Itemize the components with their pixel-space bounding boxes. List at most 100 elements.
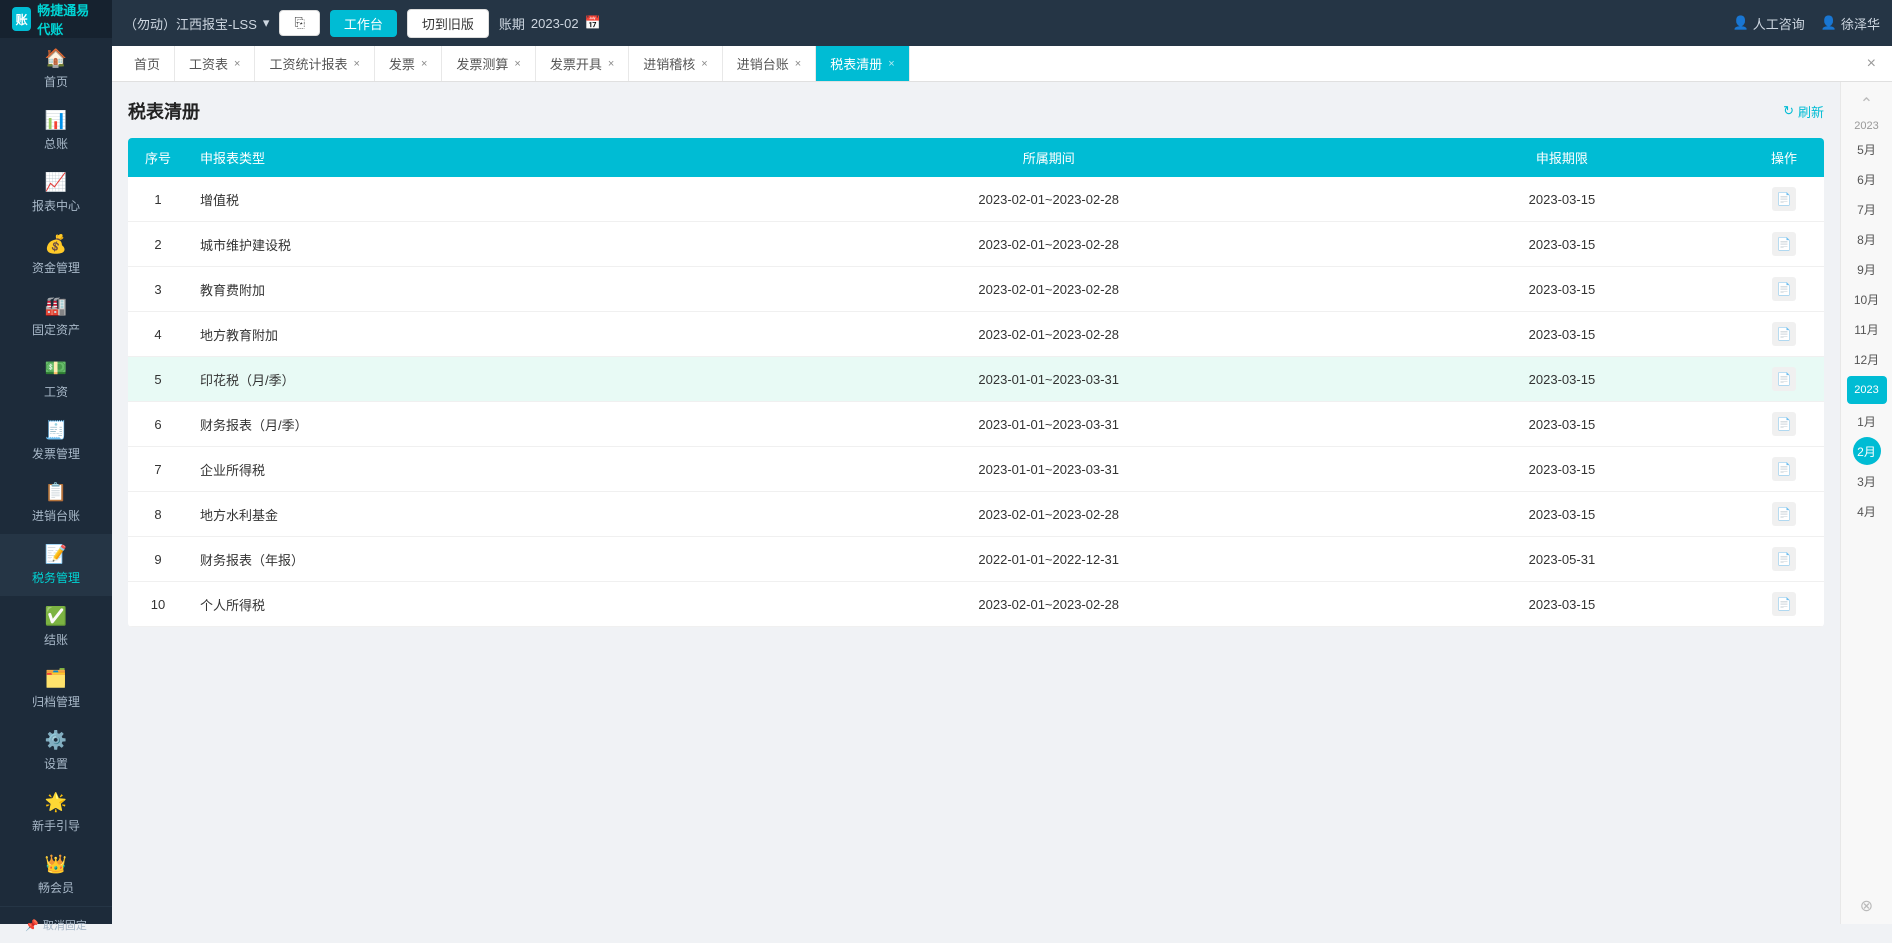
user-profile[interactable]: 👤 徐泽华 — [1821, 14, 1880, 33]
switch-old-button[interactable]: 切到旧版 — [407, 9, 489, 38]
month-2024-2[interactable]: 2月 — [1853, 437, 1881, 465]
calendar-icon[interactable]: 📅 — [585, 15, 601, 31]
tab-close-invoice-issue[interactable]: × — [608, 58, 614, 70]
sidebar: 账 畅捷通易代账 🏠 首页 📊 总账 📈 报表中心 💰 资金管理 🏭 固定资产 … — [0, 0, 112, 924]
month-2023-7[interactable]: 7月 — [1849, 195, 1885, 223]
table-row: 7 企业所得税 2023-01-01~2023-03-31 2023-03-15… — [128, 447, 1824, 492]
tab-close-payroll-stats[interactable]: × — [353, 58, 359, 70]
month-2023-8[interactable]: 8月 — [1849, 225, 1885, 253]
tab-home[interactable]: 首页 — [120, 46, 175, 82]
month-2024-1[interactable]: 1月 — [1849, 407, 1885, 435]
col-period: 所属期间 — [718, 138, 1380, 177]
tab-invoice[interactable]: 发票 × — [375, 46, 442, 82]
sidebar-item-purchase-sale[interactable]: 📋 进销台账 — [0, 472, 112, 534]
tab-close-payroll[interactable]: × — [234, 58, 240, 70]
refresh-icon: ↻ — [1783, 103, 1794, 119]
action-view-icon[interactable]: 📄 — [1772, 412, 1796, 436]
logo-text: 畅捷通易代账 — [37, 0, 100, 38]
sidebar-item-vip[interactable]: 👑 畅会员 — [0, 844, 112, 906]
cell-type: 地方教育附加 — [188, 312, 718, 357]
action-view-icon[interactable]: 📄 — [1772, 367, 1796, 391]
action-view-icon[interactable]: 📄 — [1772, 547, 1796, 571]
tab-close-invoice-calc[interactable]: × — [514, 58, 520, 70]
tab-purchase-ledger[interactable]: 进销台账 × — [723, 46, 816, 82]
cell-seq: 3 — [128, 267, 188, 312]
guide-icon: 🌟 — [45, 792, 67, 813]
cell-deadline: 2023-03-15 — [1380, 222, 1744, 267]
month-2023-10[interactable]: 10月 — [1849, 285, 1885, 313]
month-2023-6[interactable]: 6月 — [1849, 165, 1885, 193]
cell-type: 企业所得税 — [188, 447, 718, 492]
ai-consult-button[interactable]: 👤 人工咨询 — [1733, 14, 1805, 33]
tab-close-purchase-audit[interactable]: × — [701, 58, 707, 70]
month-2023-9[interactable]: 9月 — [1849, 255, 1885, 283]
sidebar-item-assets[interactable]: 🏭 固定资产 — [0, 286, 112, 348]
action-view-icon[interactable]: 📄 — [1772, 232, 1796, 256]
period-label: 账期 — [499, 14, 525, 33]
tab-invoice-issue[interactable]: 发票开具 × — [536, 46, 629, 82]
sidebar-item-guide[interactable]: 🌟 新手引导 — [0, 782, 112, 844]
action-view-icon[interactable]: 📄 — [1772, 277, 1796, 301]
action-view-icon[interactable]: 📄 — [1772, 457, 1796, 481]
workspace-button[interactable]: 工作台 — [330, 10, 397, 37]
month-2024-4[interactable]: 4月 — [1849, 497, 1885, 525]
month-2023-11[interactable]: 11月 — [1849, 315, 1885, 343]
logo-icon: 账 — [12, 7, 31, 31]
cell-type: 财务报表（年报） — [188, 537, 718, 582]
panel-up-chevron[interactable]: ⌃ — [1860, 94, 1873, 114]
sidebar-item-ledger[interactable]: 📊 总账 — [0, 100, 112, 162]
sidebar-label-assets: 固定资产 — [32, 321, 80, 338]
sidebar-item-archive[interactable]: 🗂️ 归档管理 — [0, 658, 112, 720]
topbar-right: 👤 人工咨询 👤 徐泽华 — [1733, 14, 1880, 33]
cell-action: 📄 — [1744, 357, 1824, 402]
action-view-icon[interactable]: 📄 — [1772, 502, 1796, 526]
cell-period: 2023-02-01~2023-02-28 — [718, 177, 1380, 222]
global-close-button[interactable]: × — [1859, 55, 1884, 73]
sidebar-item-invoice[interactable]: 🧾 发票管理 — [0, 410, 112, 472]
payroll-icon: 💵 — [45, 358, 67, 379]
tax-table: 序号 申报表类型 所属期间 申报期限 操作 1 增值税 2023-02-01~2… — [128, 138, 1824, 627]
copy-button[interactable]: ⎘ — [279, 10, 319, 36]
sidebar-item-tax[interactable]: 📝 税务管理 — [0, 534, 112, 596]
tab-purchase-audit[interactable]: 进销稽核 × — [629, 46, 722, 82]
action-view-icon[interactable]: 📄 — [1772, 187, 1796, 211]
tab-purchase-ledger-label: 进销台账 — [737, 54, 789, 73]
tab-close-purchase-ledger[interactable]: × — [795, 58, 801, 70]
tab-invoice-calc[interactable]: 发票测算 × — [442, 46, 535, 82]
tab-invoice-label: 发票 — [389, 54, 415, 73]
sidebar-label-archive: 归档管理 — [32, 693, 80, 710]
month-2023-12[interactable]: 12月 — [1849, 345, 1885, 373]
action-view-icon[interactable]: 📄 — [1772, 592, 1796, 616]
tab-payroll[interactable]: 工资表 × — [175, 46, 255, 82]
topbar: （勿动）江西报宝-LSS ▾ ⎘ 工作台 切到旧版 账期 2023-02 📅 👤… — [112, 0, 1892, 46]
tab-payroll-label: 工资表 — [189, 54, 228, 73]
cell-action: 📄 — [1744, 537, 1824, 582]
unpin-button[interactable]: 📌 取消固定 — [0, 906, 112, 943]
home-icon: 🏠 — [45, 48, 67, 69]
sidebar-item-home[interactable]: 🏠 首页 — [0, 38, 112, 100]
sidebar-item-close-account[interactable]: ✅ 结账 — [0, 596, 112, 658]
sidebar-label-vip: 畅会员 — [38, 879, 74, 896]
refresh-button[interactable]: ↻ 刷新 — [1783, 102, 1824, 121]
period-display: 账期 2023-02 📅 — [499, 14, 601, 33]
pin-icon: 📌 — [25, 919, 39, 932]
panel-collapse-button[interactable]: ⊗ — [1860, 896, 1873, 916]
tab-tax-list[interactable]: 税表清册 × — [816, 46, 909, 82]
cell-seq: 7 — [128, 447, 188, 492]
tab-close-invoice[interactable]: × — [421, 58, 427, 70]
month-2023-5[interactable]: 5月 — [1849, 135, 1885, 163]
month-2024-3[interactable]: 3月 — [1849, 467, 1885, 495]
tab-payroll-stats[interactable]: 工资统计报表 × — [255, 46, 374, 82]
sidebar-item-fund[interactable]: 💰 资金管理 — [0, 224, 112, 286]
cell-action: 📄 — [1744, 447, 1824, 492]
sidebar-item-report[interactable]: 📈 报表中心 — [0, 162, 112, 224]
cell-type: 个人所得税 — [188, 582, 718, 627]
sidebar-item-payroll[interactable]: 💵 工资 — [0, 348, 112, 410]
cell-period: 2023-02-01~2023-02-28 — [718, 267, 1380, 312]
action-view-icon[interactable]: 📄 — [1772, 322, 1796, 346]
sidebar-item-settings[interactable]: ⚙️ 设置 — [0, 720, 112, 782]
table-row: 4 地方教育附加 2023-02-01~2023-02-28 2023-03-1… — [128, 312, 1824, 357]
refresh-label: 刷新 — [1798, 102, 1824, 121]
company-selector[interactable]: （勿动）江西报宝-LSS ▾ — [124, 14, 269, 33]
tab-close-tax-list[interactable]: × — [888, 58, 894, 70]
